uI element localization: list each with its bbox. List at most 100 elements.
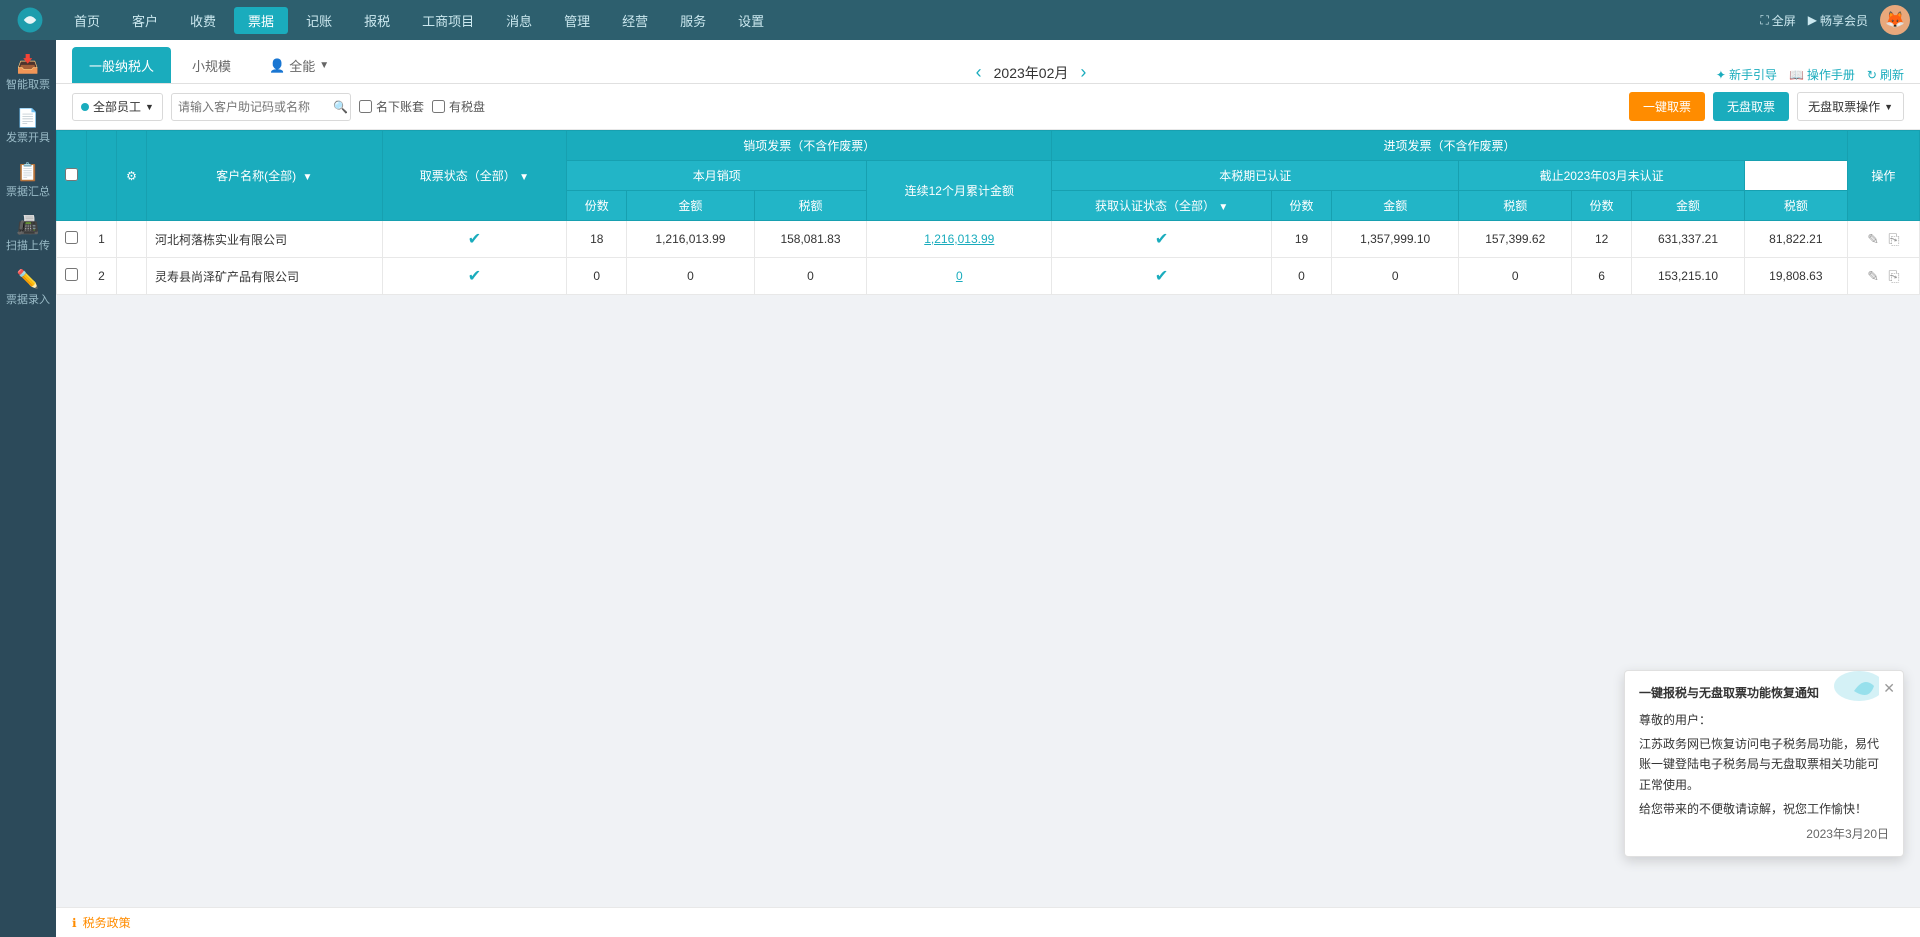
row-sales-tax: 158,081.83 — [754, 221, 867, 258]
sidebar-item-fetch[interactable]: 📥 智能取票 — [3, 48, 53, 98]
dropdown-icon: ▼ — [145, 102, 154, 112]
person-icon: 👤 — [269, 58, 285, 74]
nav-tax[interactable]: 报税 — [350, 7, 404, 34]
th-sales-month: 本月销项 — [567, 161, 867, 191]
th-verify-status[interactable]: 获取认证状态（全部） ▼ — [1052, 191, 1272, 221]
sidebar-item-open-invoice[interactable]: 📄 发票开具 — [3, 102, 53, 152]
row-sales-tax: 0 — [754, 258, 867, 295]
tab-general[interactable]: 一般纳税人 — [72, 47, 171, 83]
info-icon: ℹ — [72, 916, 77, 930]
edit-icon[interactable]: ✎ — [1867, 231, 1879, 247]
row-cumulative[interactable]: 1,216,013.99 — [867, 221, 1052, 258]
row-unverified-tax: 81,822.21 — [1744, 221, 1847, 258]
edit-icon[interactable]: ✎ — [1867, 268, 1879, 284]
row-actions: ✎ ⎘ — [1847, 221, 1919, 258]
nav-business[interactable]: 工商项目 — [408, 7, 488, 34]
bottom-bar[interactable]: ℹ 税务政策 — [56, 907, 1920, 937]
prev-month-btn[interactable]: ‹ — [976, 62, 982, 83]
th-input-group: 进项发票（不含作废票） — [1052, 131, 1848, 161]
nav-invoice[interactable]: 票据 — [234, 7, 288, 34]
nav-message[interactable]: 消息 — [492, 7, 546, 34]
notification-date: 2023年3月20日 — [1639, 824, 1889, 844]
avatar[interactable]: 🦊 — [1880, 5, 1910, 35]
tab-bar: 一般纳税人 小规模 👤 全能 ▼ ‹ 2023年02月 › ✦ 新手引导 📖 操… — [56, 40, 1920, 84]
new-guide-btn[interactable]: ✦ 新手引导 — [1716, 66, 1777, 83]
nav-fee[interactable]: 收费 — [176, 7, 230, 34]
search-wrap: 🔍 — [171, 93, 351, 121]
row-status: ✔ — [382, 221, 567, 258]
row-customer[interactable]: 灵寿县尚泽矿产品有限公司 — [147, 258, 383, 295]
no-disk-ops-btn[interactable]: 无盘取票操作 ▼ — [1797, 92, 1904, 121]
row-cumulative[interactable]: 0 — [867, 258, 1052, 295]
nav-customer[interactable]: 客户 — [118, 7, 172, 34]
nav-service[interactable]: 服务 — [666, 7, 720, 34]
copy-icon[interactable]: ⎘ — [1888, 268, 1899, 284]
tax-policy-label[interactable]: 税务政策 — [83, 914, 131, 931]
tab-small[interactable]: 小规模 — [175, 47, 248, 83]
copy-icon[interactable]: ⎘ — [1888, 231, 1899, 247]
sidebar: 📥 智能取票 📄 发票开具 📋 票据汇总 📠 扫描上传 ✏️ 票据录入 — [0, 40, 56, 937]
row-input-tax: 157,399.62 — [1459, 221, 1572, 258]
row-num: 1 — [87, 221, 117, 258]
member-btn[interactable]: ▶ 畅享会员 — [1808, 12, 1868, 29]
nav-home[interactable]: 首页 — [60, 7, 114, 34]
row-settings — [117, 258, 147, 295]
th-sales-tax: 税额 — [754, 191, 867, 221]
nav-operate[interactable]: 经营 — [608, 7, 662, 34]
row-unverified-count: 12 — [1572, 221, 1632, 258]
sidebar-item-scan[interactable]: 📠 扫描上传 — [3, 209, 53, 259]
scan-icon: 📠 — [17, 215, 39, 237]
row-checkbox[interactable] — [57, 221, 87, 258]
th-action: 操作 — [1847, 131, 1919, 221]
th-status[interactable]: 取票状态（全部） ▼ — [382, 131, 567, 221]
row-checkbox[interactable] — [57, 258, 87, 295]
tab-all[interactable]: 👤 全能 ▼ — [252, 47, 346, 83]
row-customer[interactable]: 河北柯落栋实业有限公司 — [147, 221, 383, 258]
nav-manage[interactable]: 管理 — [550, 7, 604, 34]
dropdown-chevron-icon: ▼ — [1884, 102, 1893, 112]
summary-icon: 📋 — [17, 162, 39, 184]
next-month-btn[interactable]: › — [1080, 62, 1086, 83]
nav-settings[interactable]: 设置 — [724, 7, 778, 34]
notification-close-btn[interactable]: ✕ — [1883, 677, 1895, 701]
search-icon[interactable]: 🔍 — [333, 100, 348, 114]
manual-btn[interactable]: 📖 操作手册 — [1789, 66, 1855, 83]
tab-nav-center: ‹ 2023年02月 › — [350, 62, 1712, 83]
row-unverified-amount: 631,337.21 — [1632, 221, 1745, 258]
checkbox-subaccount[interactable]: 名下账套 — [359, 98, 424, 115]
refresh-btn[interactable]: ↻ 刷新 — [1867, 66, 1904, 83]
employee-filter[interactable]: 全部员工 ▼ — [72, 93, 163, 121]
row-input-tax: 0 — [1459, 258, 1572, 295]
th-settings: ⚙ — [117, 131, 147, 221]
sidebar-item-summary[interactable]: 📋 票据汇总 — [3, 156, 53, 206]
one-click-fetch-btn[interactable]: 一键取票 — [1629, 92, 1705, 121]
toolbar: 全部员工 ▼ 🔍 名下账套 有税盘 一键取票 无盘取票 无盘取票操作 ▼ — [56, 84, 1920, 130]
th-checkbox — [57, 131, 87, 221]
th-number — [87, 131, 117, 221]
table-row: 1 河北柯落栋实业有限公司 ✔ 18 1,216,013.99 158,081.… — [57, 221, 1920, 258]
row-verify-status: ✔ — [1052, 258, 1272, 295]
chevron-down-icon: ▼ — [319, 60, 329, 71]
th-input-tax: 税额 — [1459, 191, 1572, 221]
checkbox-taxdisk[interactable]: 有税盘 — [432, 98, 485, 115]
th-sales-count: 份数 — [567, 191, 627, 221]
row-sales-count: 18 — [567, 221, 627, 258]
fetch-icon: 📥 — [17, 54, 39, 76]
nav-accounting[interactable]: 记账 — [292, 7, 346, 34]
toolbar-right: 一键取票 无盘取票 无盘取票操作 ▼ — [1629, 92, 1904, 121]
no-disk-fetch-btn[interactable]: 无盘取票 — [1713, 92, 1789, 121]
th-input-unverified: 截止2023年03月未认证 — [1459, 161, 1744, 191]
filter-dot — [81, 103, 89, 111]
th-unverified-tax: 税额 — [1744, 191, 1847, 221]
row-num: 2 — [87, 258, 117, 295]
book-icon: 📖 — [1789, 68, 1804, 82]
fullscreen-btn[interactable]: ⛶ 全屏 — [1760, 12, 1795, 29]
verify-filter-icon: ▼ — [1218, 202, 1228, 213]
th-customer[interactable]: 客户名称(全部) ▼ — [147, 131, 383, 221]
row-actions: ✎ ⎘ — [1847, 258, 1919, 295]
select-all-checkbox[interactable] — [65, 168, 78, 181]
row-sales-count: 0 — [567, 258, 627, 295]
th-sales-group: 销项发票（不含作废票） — [567, 131, 1052, 161]
search-input[interactable] — [178, 100, 333, 114]
sidebar-item-enter[interactable]: ✏️ 票据录入 — [3, 263, 53, 313]
